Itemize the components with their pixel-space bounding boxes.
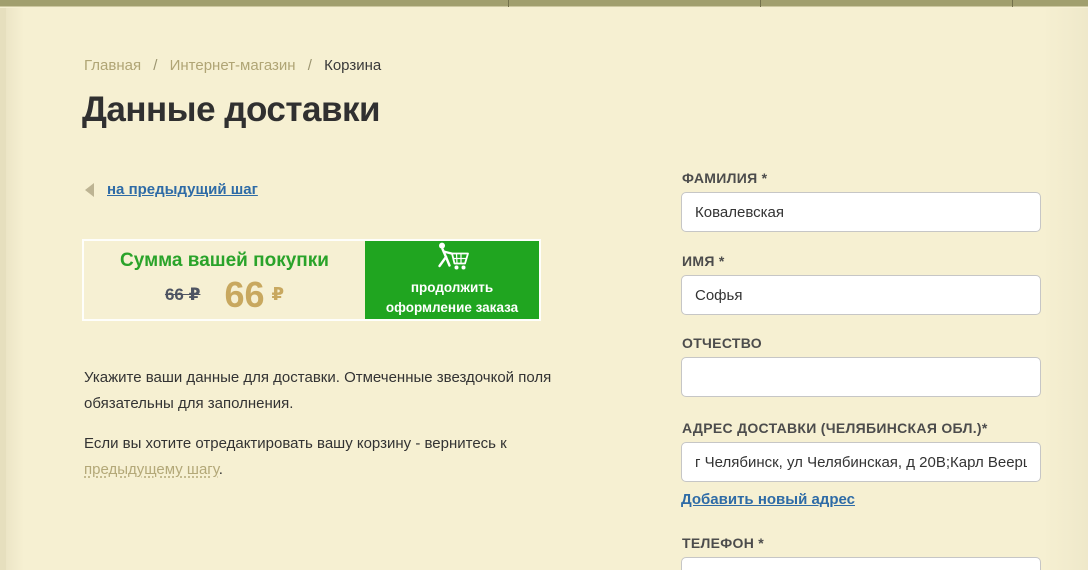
field-first-name: ИМЯ * (681, 253, 1041, 315)
first-name-input[interactable] (681, 275, 1041, 315)
purchase-sum-title: Сумма вашей покупки (120, 249, 329, 271)
old-price: 66 ₽ (164, 284, 201, 304)
continue-checkout-button[interactable]: продолжить оформление заказа (365, 241, 539, 319)
intro-text: Укажите ваши данные для доставки. Отмече… (84, 365, 564, 483)
last-name-label: ФАМИЛИЯ * (682, 170, 768, 186)
intro-paragraph-2: Если вы хотите отредактировать вашу корз… (84, 431, 564, 484)
ruble-sign: ₽ (271, 284, 285, 304)
field-delivery-address: АДРЕС ДОСТАВКИ (ЧЕЛЯБИНСКАЯ ОБЛ.)* Добав… (681, 420, 1041, 509)
last-name-input[interactable] (681, 192, 1041, 232)
page-title: Данные доставки (82, 90, 381, 129)
phone-label: ТЕЛЕФОН * (682, 535, 765, 551)
intro-paragraph-2-period: . (218, 460, 223, 478)
checkout-button-label-line1: продолжить (410, 280, 494, 296)
new-price: 66 (224, 273, 265, 315)
top-nav-separator (508, 0, 509, 7)
checkout-button-label-line2: оформление заказа (385, 300, 519, 315)
middle-name-label: ОТЧЕСТВО (682, 335, 762, 351)
breadcrumb-separator: / (307, 57, 312, 74)
previous-step-link[interactable]: на предыдущий шаг (107, 181, 258, 198)
previous-step-inline-link[interactable]: предыдущему шагу (84, 461, 219, 478)
intro-paragraph-2-text: Если вы хотите отредактировать вашу корз… (84, 434, 507, 452)
breadcrumb-shop-link[interactable]: Интернет-магазин (170, 57, 296, 74)
top-nav-separator (1012, 0, 1013, 7)
breadcrumb: Главная / Интернет-магазин / Корзина (84, 57, 381, 74)
top-nav-separator (760, 0, 761, 7)
page-left-edge-gradient (6, 8, 24, 570)
back-arrow-icon (85, 182, 94, 197)
breadcrumb-current-cart: Корзина (324, 57, 382, 74)
middle-name-input[interactable] (681, 357, 1041, 397)
intro-paragraph-1: Укажите ваши данные для доставки. Отмече… (84, 369, 552, 413)
delivery-address-label: АДРЕС ДОСТАВКИ (ЧЕЛЯБИНСКАЯ ОБЛ.)* (682, 420, 988, 436)
page-right-edge (1042, 8, 1088, 570)
delivery-address-input[interactable] (681, 442, 1041, 482)
first-name-label: ИМЯ * (682, 253, 725, 269)
back-link-row: на предыдущий шаг (85, 181, 258, 198)
field-last-name: ФАМИЛИЯ * (681, 170, 1041, 232)
breadcrumb-separator: / (153, 57, 158, 74)
purchase-summary-box: Сумма вашей покупки 66 ₽ 66 ₽ продолжить… (82, 239, 541, 321)
top-nav-bar (0, 0, 1088, 7)
purchase-summary-left: Сумма вашей покупки 66 ₽ 66 ₽ (84, 241, 365, 319)
cart-pusher-icon (432, 242, 472, 275)
field-phone: ТЕЛЕФОН * (681, 535, 1041, 570)
phone-input[interactable] (681, 557, 1041, 570)
price-row: 66 ₽ 66 ₽ (164, 273, 285, 315)
add-new-address-link[interactable]: Добавить новый адрес (681, 491, 855, 508)
breadcrumb-home-link[interactable]: Главная (84, 57, 141, 74)
field-middle-name: ОТЧЕСТВО (681, 335, 1041, 397)
